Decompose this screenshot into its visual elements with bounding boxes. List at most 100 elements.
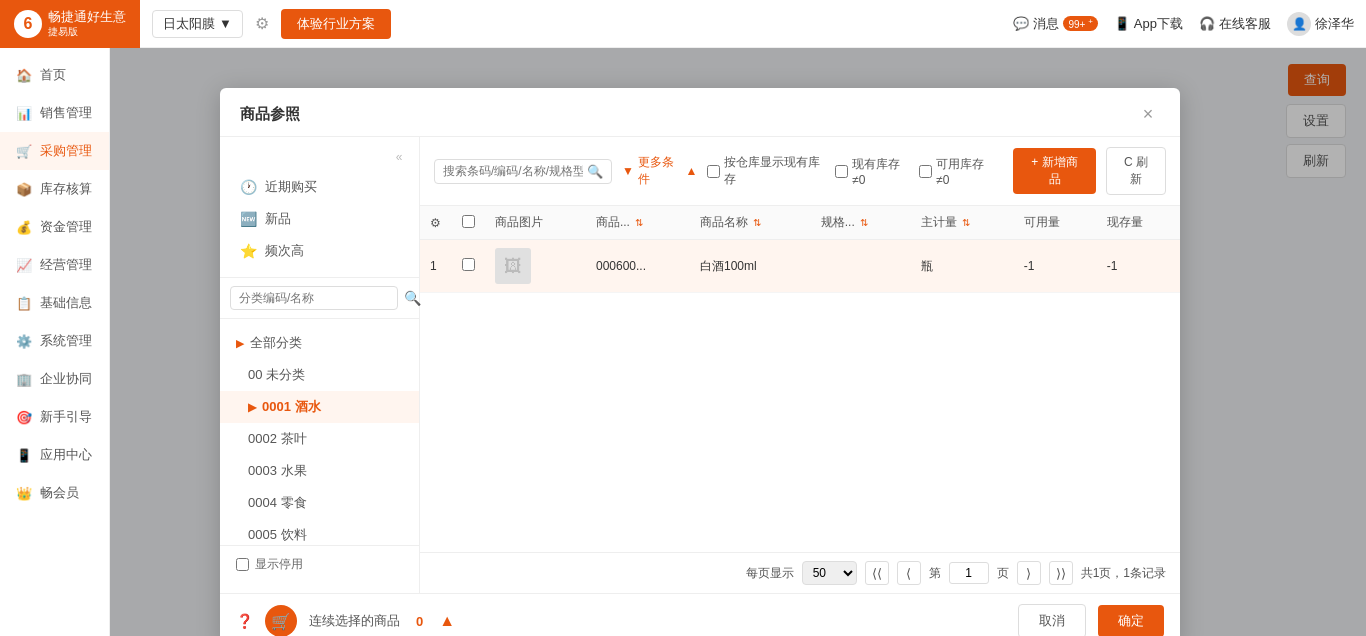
table-header-row: ⚙ 商品图片 商品... ⇅ 商品名称 ⇅ bbox=[420, 206, 1180, 240]
next-page-button[interactable]: ⟩ bbox=[1017, 561, 1041, 585]
quick-item-frequent[interactable]: ⭐ 频次高 bbox=[230, 235, 409, 267]
product-search-input[interactable] bbox=[443, 164, 583, 178]
sort-spec-icon: ⇅ bbox=[860, 217, 868, 228]
modal-body: « 🕐 近期购买 🆕 新品 ⭐ 频次高 bbox=[220, 137, 1180, 593]
td-checkbox[interactable] bbox=[452, 240, 485, 293]
selected-label: 连续选择的商品 bbox=[309, 612, 400, 630]
category-uncategorized[interactable]: 00 未分类 bbox=[220, 359, 419, 391]
messages-item[interactable]: 💬 消息 99+ + bbox=[1013, 15, 1097, 33]
refresh-button[interactable]: C 刷新 bbox=[1106, 147, 1166, 195]
category-beverages[interactable]: 0005 饮料 bbox=[220, 519, 419, 545]
cart-button[interactable]: 🛒 bbox=[265, 605, 297, 636]
sidebar-item-system[interactable]: ⚙️ 系统管理 bbox=[0, 322, 109, 360]
warehouse-stock-filter[interactable]: 按仓库显示现有库存 bbox=[707, 154, 825, 188]
sidebar-item-sales[interactable]: 📊 销售管理 bbox=[0, 94, 109, 132]
nav-dropdown[interactable]: 日太阳膜 ▼ bbox=[152, 10, 243, 38]
td-name: 白酒100ml bbox=[690, 240, 811, 293]
sidebar-item-inventory[interactable]: 📦 库存核算 bbox=[0, 170, 109, 208]
gear-icon[interactable]: ⚙ bbox=[255, 14, 269, 33]
product-search-icon[interactable]: 🔍 bbox=[587, 164, 603, 179]
base-info-icon: 📋 bbox=[16, 296, 32, 311]
warehouse-stock-checkbox[interactable] bbox=[707, 165, 720, 178]
sidebar-item-enterprise[interactable]: 🏢 企业协同 bbox=[0, 360, 109, 398]
sidebar-item-apps[interactable]: 📱 应用中心 bbox=[0, 436, 109, 474]
select-all-checkbox[interactable] bbox=[462, 215, 475, 228]
cancel-button[interactable]: 取消 bbox=[1018, 604, 1086, 636]
quick-item-new[interactable]: 🆕 新品 bbox=[230, 203, 409, 235]
last-page-button[interactable]: ⟩⟩ bbox=[1049, 561, 1073, 585]
filter-icon: ▼ bbox=[622, 164, 634, 178]
category-fruit[interactable]: 0003 水果 bbox=[220, 455, 419, 487]
th-gear[interactable]: ⚙ bbox=[420, 206, 452, 240]
modal-title: 商品参照 bbox=[240, 105, 300, 124]
sort-unit-icon: ⇅ bbox=[962, 217, 970, 228]
th-spec[interactable]: 规格... ⇅ bbox=[811, 206, 911, 240]
category-alcohol[interactable]: ▶ 0001 酒水 bbox=[220, 391, 419, 423]
chevron-down-icon: ▼ bbox=[219, 16, 232, 31]
th-checkbox[interactable] bbox=[452, 206, 485, 240]
filter-arrow-icon: ▲ bbox=[685, 164, 697, 178]
td-code: 000600... bbox=[586, 240, 690, 293]
product-search-bar[interactable]: 🔍 bbox=[434, 159, 612, 184]
category-search-input[interactable] bbox=[230, 286, 398, 310]
page-number-input[interactable] bbox=[949, 562, 989, 584]
td-unit: 瓶 bbox=[911, 240, 1014, 293]
modal-close-button[interactable]: × bbox=[1136, 102, 1160, 126]
category-search-area: 🔍 bbox=[220, 278, 419, 319]
sidebar-item-finance[interactable]: 💰 资金管理 bbox=[0, 208, 109, 246]
row-checkbox[interactable] bbox=[462, 258, 475, 271]
td-spec bbox=[811, 240, 911, 293]
footer-collapse-icon[interactable]: ▲ bbox=[439, 612, 455, 630]
modal-left-panel: « 🕐 近期购买 🆕 新品 ⭐ 频次高 bbox=[220, 137, 420, 593]
logo-icon: 6 bbox=[14, 10, 42, 38]
prev-page-button[interactable]: ⟨ bbox=[897, 561, 921, 585]
main-area: 查询 设置 刷新 商品参照 × « bbox=[110, 48, 1366, 636]
product-table: ⚙ 商品图片 商品... ⇅ 商品名称 ⇅ bbox=[420, 206, 1180, 293]
sales-icon: 📊 bbox=[16, 106, 32, 121]
quick-item-recent[interactable]: 🕐 近期购买 bbox=[230, 171, 409, 203]
help-icon[interactable]: ❓ bbox=[236, 613, 253, 629]
th-stock: 现存量 bbox=[1097, 206, 1180, 240]
stock-nonzero-checkbox[interactable] bbox=[835, 165, 848, 178]
trial-button[interactable]: 体验行业方案 bbox=[281, 9, 391, 39]
sidebar-item-guide[interactable]: 🎯 新手引导 bbox=[0, 398, 109, 436]
top-nav: 6 畅捷通好生意 捷易版 日太阳膜 ▼ ⚙ 体验行业方案 💬 消息 99+ + … bbox=[0, 0, 1366, 48]
app-download-item[interactable]: 📱 App下载 bbox=[1114, 15, 1183, 33]
message-badge: 99+ + bbox=[1063, 16, 1097, 31]
display-stopped-checkbox[interactable] bbox=[236, 558, 249, 571]
table-row[interactable]: 1 🖼 000600... 白酒100ml 瓶 -1 bbox=[420, 240, 1180, 293]
customer-service-item[interactable]: 🎧 在线客服 bbox=[1199, 15, 1271, 33]
stock-nonzero-filter[interactable]: 现有库存≠0 bbox=[835, 156, 909, 187]
available-nonzero-checkbox[interactable] bbox=[919, 165, 932, 178]
quick-items: « 🕐 近期购买 🆕 新品 ⭐ 频次高 bbox=[220, 147, 419, 278]
th-available: 可用量 bbox=[1014, 206, 1097, 240]
sidebar-item-members[interactable]: 👑 畅会员 bbox=[0, 474, 109, 512]
add-product-button[interactable]: + 新增商品 bbox=[1013, 148, 1096, 194]
page-size-select[interactable]: 10 20 50 100 bbox=[802, 561, 857, 585]
available-nonzero-filter[interactable]: 可用库存≠0 bbox=[919, 156, 993, 187]
star-icon: ⭐ bbox=[240, 243, 257, 259]
collapse-left-button[interactable]: « bbox=[389, 147, 409, 167]
enterprise-icon: 🏢 bbox=[16, 372, 32, 387]
first-page-button[interactable]: ⟨⟨ bbox=[865, 561, 889, 585]
operations-icon: 📈 bbox=[16, 258, 32, 273]
sidebar-item-purchase[interactable]: 🛒 采购管理 bbox=[0, 132, 109, 170]
active-arrow-icon: ▶ bbox=[248, 401, 256, 414]
product-table-container: ⚙ 商品图片 商品... ⇅ 商品名称 ⇅ bbox=[420, 206, 1180, 552]
category-tea[interactable]: 0002 茶叶 bbox=[220, 423, 419, 455]
th-code[interactable]: 商品... ⇅ bbox=[586, 206, 690, 240]
sidebar-item-home[interactable]: 🏠 首页 bbox=[0, 56, 109, 94]
product-reference-modal: 商品参照 × « 🕐 近期购买 bbox=[220, 88, 1180, 636]
category-search-icon[interactable]: 🔍 bbox=[404, 290, 421, 306]
modal-right-panel: 🔍 ▼ 更多条件 ▲ 按仓库显示现有库存 bbox=[420, 137, 1180, 593]
confirm-button[interactable]: 确定 bbox=[1098, 605, 1164, 636]
th-unit[interactable]: 主计量 ⇅ bbox=[911, 206, 1014, 240]
sidebar-item-base-info[interactable]: 📋 基础信息 bbox=[0, 284, 109, 322]
category-snacks[interactable]: 0004 零食 bbox=[220, 487, 419, 519]
sidebar-item-operations[interactable]: 📈 经营管理 bbox=[0, 246, 109, 284]
category-all[interactable]: ▶ 全部分类 bbox=[220, 327, 419, 359]
th-name[interactable]: 商品名称 ⇅ bbox=[690, 206, 811, 240]
filter-button[interactable]: ▼ 更多条件 ▲ bbox=[622, 154, 697, 188]
td-num: 1 bbox=[420, 240, 452, 293]
user-item[interactable]: 👤 徐泽华 bbox=[1287, 12, 1354, 36]
